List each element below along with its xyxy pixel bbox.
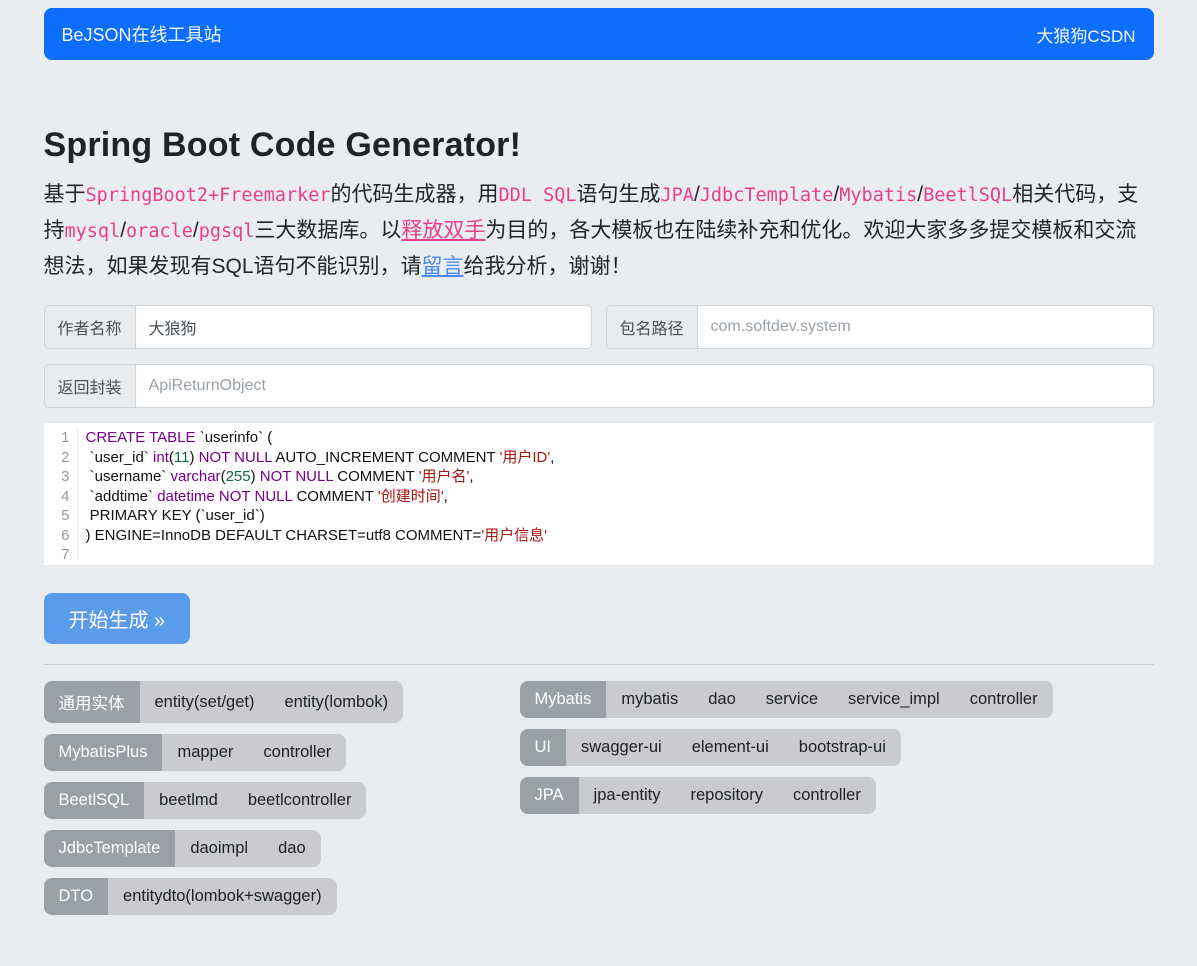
navbar-csdn-link[interactable]: 大狼狗CSDN: [1036, 22, 1135, 47]
template-group-leader-button[interactable]: BeetlSQL: [44, 782, 145, 819]
template-item-button[interactable]: mybatis: [606, 681, 693, 718]
divider: [44, 664, 1154, 665]
template-item-button[interactable]: service_impl: [833, 681, 955, 718]
line-number: 3: [44, 467, 70, 487]
template-item-button[interactable]: entity(set/get): [140, 681, 270, 723]
code-line: `username` varchar(255) NOT NULL COMMENT…: [86, 467, 1154, 487]
free-hands-link[interactable]: 释放双手: [401, 219, 485, 242]
return-wrapper-label: 返回封装: [44, 364, 135, 408]
package-label: 包名路径: [606, 305, 697, 349]
code-line: CREATE TABLE `userinfo` (: [86, 428, 1154, 448]
template-group: JdbcTemplatedaoimpldao: [44, 830, 321, 867]
line-number: 4: [44, 487, 70, 507]
intro-code-snippet: BeetlSQL: [923, 185, 1012, 206]
template-item-button[interactable]: swagger-ui: [566, 729, 677, 766]
template-item-button[interactable]: entity(lombok): [269, 681, 403, 723]
author-label: 作者名称: [44, 305, 135, 349]
generate-button[interactable]: 开始生成 »: [44, 593, 191, 644]
form-row-1: 作者名称 包名路径: [44, 305, 1154, 349]
intro-text: 基于SpringBoot2+Freemarker的代码生成器，用DDL SQL语…: [44, 177, 1154, 285]
code-line: [86, 545, 1154, 565]
return-wrapper-input[interactable]: [135, 364, 1154, 408]
template-group-leader-button[interactable]: JdbcTemplate: [44, 830, 176, 867]
template-item-button[interactable]: entitydto(lombok+swagger): [108, 878, 337, 915]
template-item-button[interactable]: bootstrap-ui: [784, 729, 901, 766]
template-group-leader-button[interactable]: JPA: [520, 777, 579, 814]
intro-code-snippet: JdbcTemplate: [700, 185, 834, 206]
template-item-button[interactable]: service: [751, 681, 833, 718]
author-input-group: 作者名称: [44, 305, 592, 349]
navbar: BeJSON在线工具站 大狼狗CSDN: [44, 8, 1154, 60]
template-groups: 通用实体entity(set/get)entity(lombok) Mybatis…: [44, 681, 1154, 926]
template-col-left: 通用实体entity(set/get)entity(lombok) Mybatis…: [44, 681, 520, 926]
intro-code-snippet: mysql: [65, 221, 121, 242]
template-item-button[interactable]: beetlmd: [144, 782, 233, 819]
intro-code-snippet: SpringBoot2+Freemarker: [86, 185, 331, 206]
editor-line-numbers: 1234567: [44, 428, 78, 560]
template-item-button[interactable]: repository: [676, 777, 778, 814]
code-line: `user_id` int(11) NOT NULL AUTO_INCREMEN…: [86, 448, 1154, 468]
sql-code-editor[interactable]: 1234567 CREATE TABLE `userinfo` ( `user_…: [44, 423, 1154, 565]
template-item-button[interactable]: element-ui: [677, 729, 784, 766]
template-item-button[interactable]: jpa-entity: [579, 777, 676, 814]
template-group-leader-button[interactable]: DTO: [44, 878, 109, 915]
template-item-button[interactable]: controller: [778, 777, 876, 814]
leave-message-link[interactable]: 留言: [422, 255, 464, 278]
template-group: JPAjpa-entityrepositorycontroller: [520, 777, 876, 814]
intro-text-segment: 语句生成: [577, 183, 661, 206]
template-group: MybatisPlusmappercontroller: [44, 734, 347, 771]
template-group-leader-button[interactable]: UI: [520, 729, 567, 766]
line-number: 2: [44, 448, 70, 468]
template-col-right: Mybatismybatisdaoserviceservice_implcont…: [520, 681, 1154, 926]
line-number: 7: [44, 545, 70, 565]
intro-code-snippet: pgsql: [199, 221, 255, 242]
intro-text-segment: 给我分析，谢谢！: [464, 255, 632, 278]
intro-text-segment: 基于: [44, 183, 86, 206]
line-number: 6: [44, 526, 70, 546]
template-group: DTOentitydto(lombok+swagger): [44, 878, 337, 915]
template-item-button[interactable]: dao: [263, 830, 321, 867]
navbar-brand-link[interactable]: BeJSON在线工具站: [62, 21, 222, 47]
template-item-button[interactable]: daoimpl: [175, 830, 263, 867]
form-row-2: 返回封装: [44, 364, 1154, 408]
intro-code-snippet: DDL SQL: [499, 185, 577, 206]
line-number: 5: [44, 506, 70, 526]
template-item-button[interactable]: dao: [693, 681, 751, 718]
intro-text-segment: 的代码生成器，用: [331, 183, 499, 206]
template-group-leader-button[interactable]: Mybatis: [520, 681, 607, 718]
page-title: Spring Boot Code Generator!: [44, 126, 1154, 165]
template-group-leader-button[interactable]: MybatisPlus: [44, 734, 163, 771]
code-line: `addtime` datetime NOT NULL COMMENT '创建时…: [86, 487, 1154, 507]
package-input-group: 包名路径: [606, 305, 1154, 349]
intro-code-snippet: oracle: [126, 221, 193, 242]
intro-code-snippet: Mybatis: [839, 185, 917, 206]
editor-code-lines[interactable]: CREATE TABLE `userinfo` ( `user_id` int(…: [78, 428, 1154, 560]
template-item-button[interactable]: beetlcontroller: [233, 782, 367, 819]
template-item-button[interactable]: controller: [955, 681, 1053, 718]
author-input[interactable]: [135, 305, 592, 349]
code-line: ) ENGINE=InnoDB DEFAULT CHARSET=utf8 COM…: [86, 526, 1154, 546]
return-wrapper-input-group: 返回封装: [44, 364, 1154, 408]
code-line: PRIMARY KEY (`user_id`): [86, 506, 1154, 526]
line-number: 1: [44, 428, 70, 448]
template-group-leader-button[interactable]: 通用实体: [44, 681, 140, 723]
intro-text-segment: 三大数据库。以: [254, 219, 401, 242]
page-container: BeJSON在线工具站 大狼狗CSDN Spring Boot Code Gen…: [44, 8, 1154, 926]
template-item-button[interactable]: mapper: [162, 734, 248, 771]
template-group: 通用实体entity(set/get)entity(lombok): [44, 681, 404, 723]
package-input[interactable]: [697, 305, 1154, 349]
template-group: Mybatismybatisdaoserviceservice_implcont…: [520, 681, 1053, 718]
intro-code-snippet: JPA: [661, 185, 694, 206]
template-group: BeetlSQLbeetlmdbeetlcontroller: [44, 782, 367, 819]
template-item-button[interactable]: controller: [248, 734, 346, 771]
template-group: UIswagger-uielement-uibootstrap-ui: [520, 729, 901, 766]
